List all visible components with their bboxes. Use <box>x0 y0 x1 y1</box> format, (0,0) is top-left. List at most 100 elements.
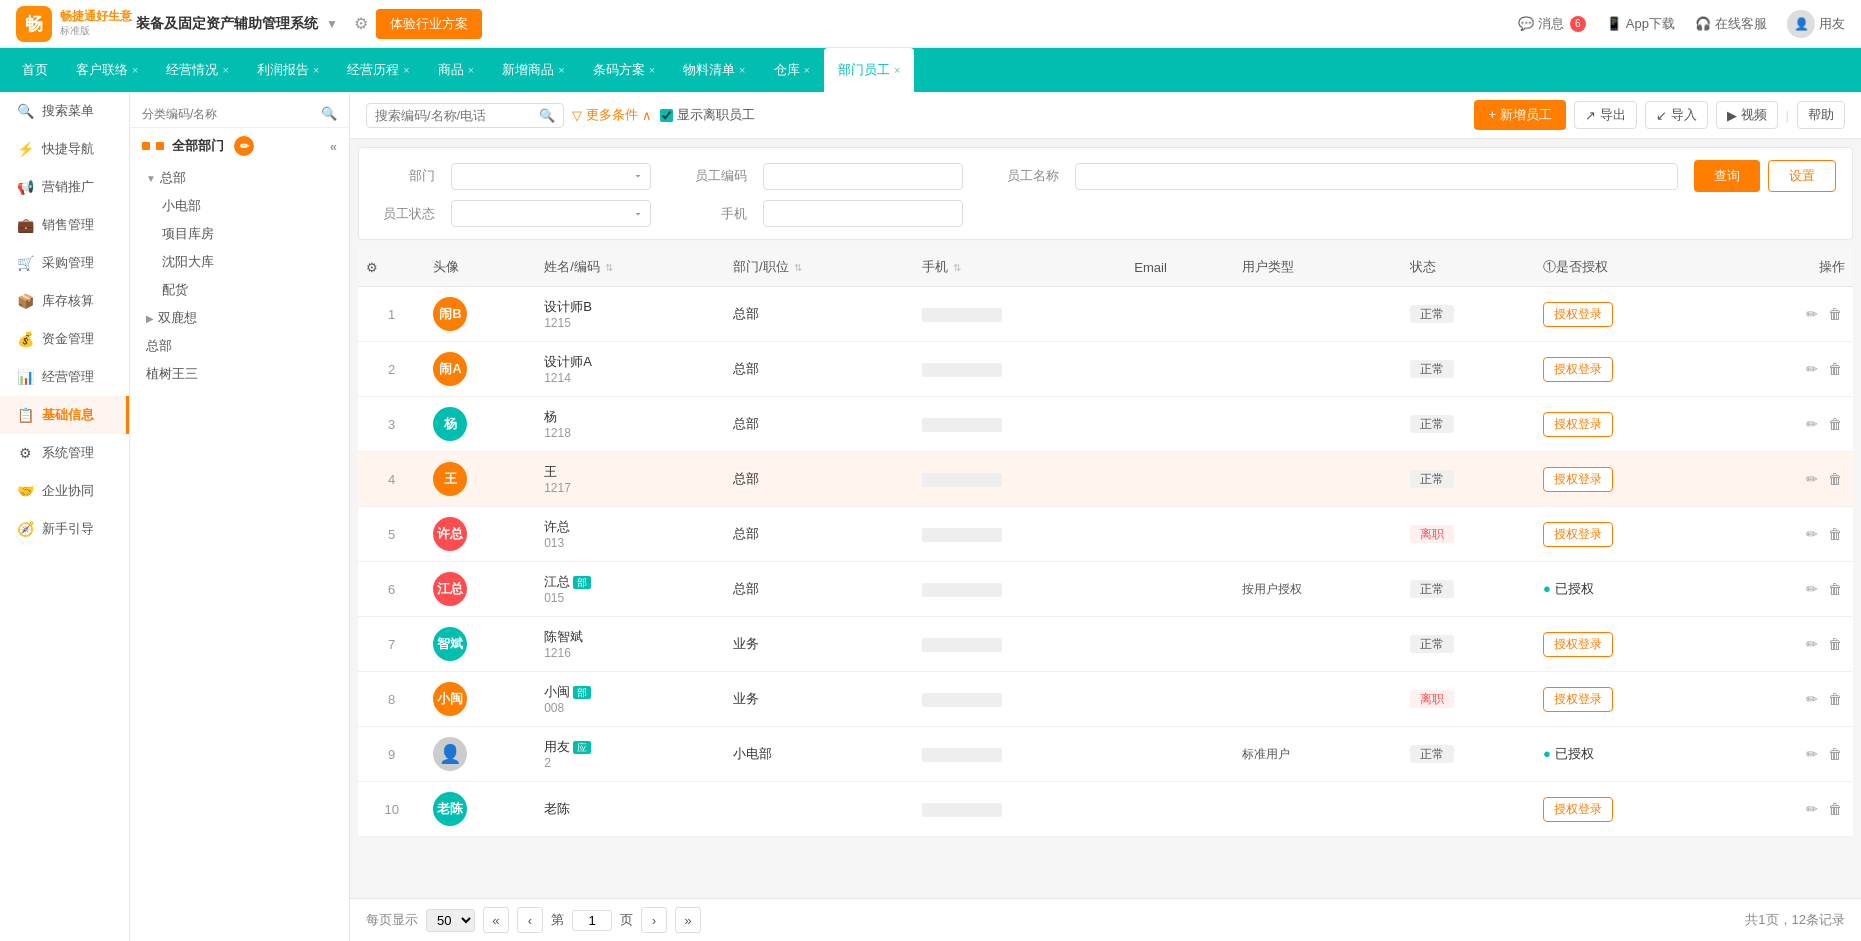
dept-search-input[interactable] <box>142 107 321 121</box>
edit-icon[interactable]: ✏ <box>1806 416 1818 432</box>
more-filter-btn[interactable]: ▽ 更多条件 ∧ <box>572 106 652 124</box>
nav-tab-经营情况[interactable]: 经营情况 × <box>152 48 242 92</box>
auth-login-button[interactable]: 授权登录 <box>1543 522 1613 547</box>
nav-tab-条码方案[interactable]: 条码方案 × <box>579 48 669 92</box>
nav-tab-物料清单[interactable]: 物料清单 × <box>669 48 759 92</box>
online-service-btn[interactable]: 🎧 在线客服 <box>1695 15 1767 33</box>
emp-status-select[interactable] <box>451 200 651 227</box>
nav-tab-客户联络[interactable]: 客户联络 × <box>62 48 152 92</box>
delete-icon[interactable]: 🗑 <box>1828 306 1842 322</box>
sidebar-item-新手引导[interactable]: 🧭新手引导 <box>0 510 129 548</box>
nav-tab-新增商品[interactable]: 新增商品 × <box>488 48 578 92</box>
set-button[interactable]: 设置 <box>1768 160 1836 192</box>
dept-select[interactable] <box>451 163 651 190</box>
tab-close-icon[interactable]: × <box>649 64 655 76</box>
delete-icon[interactable]: 🗑 <box>1828 581 1842 597</box>
gear-icon[interactable]: ⚙ <box>354 14 368 33</box>
delete-icon[interactable]: 🗑 <box>1828 636 1842 652</box>
show-resigned-check[interactable]: 显示离职员工 <box>660 106 755 124</box>
auth-login-button[interactable]: 授权登录 <box>1543 687 1613 712</box>
dept-item-project[interactable]: 项目库房 <box>154 220 341 248</box>
dept-collapse-btn[interactable]: « <box>330 139 337 154</box>
tab-close-icon[interactable]: × <box>468 64 474 76</box>
delete-icon[interactable]: 🗑 <box>1828 526 1842 542</box>
edit-icon[interactable]: ✏ <box>1806 306 1818 322</box>
sidebar-item-搜索菜单[interactable]: 🔍搜索菜单 <box>0 92 129 130</box>
tab-close-icon[interactable]: × <box>313 64 319 76</box>
tab-close-icon[interactable]: × <box>132 64 138 76</box>
auth-login-button[interactable]: 授权登录 <box>1543 302 1613 327</box>
sidebar-item-快捷导航[interactable]: ⚡快捷导航 <box>0 130 129 168</box>
sidebar-item-库存核算[interactable]: 📦库存核算 <box>0 282 129 320</box>
resigned-checkbox[interactable] <box>660 109 673 122</box>
edit-icon[interactable]: ✏ <box>1806 691 1818 707</box>
edit-icon[interactable]: ✏ <box>1806 636 1818 652</box>
last-page-btn[interactable]: » <box>675 907 701 933</box>
add-employee-button[interactable]: + 新增员工 <box>1474 100 1565 130</box>
dept-item-zongbu[interactable]: 总部 <box>138 332 341 360</box>
edit-icon[interactable]: ✏ <box>1806 746 1818 762</box>
dept-edit-icon[interactable]: ✏ <box>234 136 254 156</box>
delete-icon[interactable]: 🗑 <box>1828 416 1842 432</box>
edit-icon[interactable]: ✏ <box>1806 526 1818 542</box>
edit-icon[interactable]: ✏ <box>1806 581 1818 597</box>
delete-icon[interactable]: 🗑 <box>1828 801 1842 817</box>
tab-close-icon[interactable]: × <box>739 64 745 76</box>
app-download-btn[interactable]: 📱 App下载 <box>1606 15 1675 33</box>
nav-tab-部门员工[interactable]: 部门员工 × <box>824 48 914 92</box>
import-button[interactable]: ↙ 导入 <box>1645 101 1708 129</box>
sidebar-item-采购管理[interactable]: 🛒采购管理 <box>0 244 129 282</box>
page-input[interactable] <box>572 910 612 931</box>
nav-tab-首页[interactable]: 首页 <box>8 48 62 92</box>
dept-search-icon[interactable]: 🔍 <box>321 106 337 121</box>
tab-close-icon[interactable]: × <box>894 64 900 76</box>
nav-tab-商品[interactable]: 商品 × <box>424 48 488 92</box>
sidebar-item-基础信息[interactable]: 📋基础信息 <box>0 396 129 434</box>
dept-item-xiaodian[interactable]: 小电部 <box>154 192 341 220</box>
dept-item-peihuo[interactable]: 配货 <box>154 276 341 304</box>
tab-close-icon[interactable]: × <box>558 64 564 76</box>
first-page-btn[interactable]: « <box>483 907 509 933</box>
query-button[interactable]: 查询 <box>1694 160 1760 192</box>
delete-icon[interactable]: 🗑 <box>1828 361 1842 377</box>
delete-icon[interactable]: 🗑 <box>1828 691 1842 707</box>
auth-login-button[interactable]: 授权登录 <box>1543 632 1613 657</box>
view-button[interactable]: ▶ 视频 <box>1716 101 1778 129</box>
delete-icon[interactable]: 🗑 <box>1828 471 1842 487</box>
export-button[interactable]: ↗ 导出 <box>1574 101 1637 129</box>
nav-tab-利润报告[interactable]: 利润报告 × <box>243 48 333 92</box>
emp-name-input[interactable] <box>1075 163 1678 190</box>
sidebar-item-销售管理[interactable]: 💼销售管理 <box>0 206 129 244</box>
delete-icon[interactable]: 🗑 <box>1828 746 1842 762</box>
edit-icon[interactable]: ✏ <box>1806 801 1818 817</box>
search-input[interactable] <box>375 108 535 123</box>
edit-icon[interactable]: ✏ <box>1806 471 1818 487</box>
nav-tab-经营历程[interactable]: 经营历程 × <box>333 48 423 92</box>
message-btn[interactable]: 💬 消息 6 <box>1518 15 1586 33</box>
sidebar-item-经营管理[interactable]: 📊经营管理 <box>0 358 129 396</box>
dept-item-zhishu[interactable]: 植树王三 <box>138 360 341 388</box>
user-menu[interactable]: 👤 用友 <box>1787 10 1845 38</box>
auth-login-button[interactable]: 授权登录 <box>1543 467 1613 492</box>
sidebar-item-企业协同[interactable]: 🤝企业协同 <box>0 472 129 510</box>
help-button[interactable]: 帮助 <box>1797 101 1845 129</box>
tab-close-icon[interactable]: × <box>222 64 228 76</box>
tab-close-icon[interactable]: × <box>804 64 810 76</box>
system-dropdown-icon[interactable]: ▼ <box>326 17 338 31</box>
prev-page-btn[interactable]: ‹ <box>517 907 543 933</box>
trial-button[interactable]: 体验行业方案 <box>376 9 482 39</box>
dept-tree-parent-shuangluxiang[interactable]: ▶ 双鹿想 <box>138 304 341 332</box>
sidebar-item-营销推广[interactable]: 📢营销推广 <box>0 168 129 206</box>
search-icon[interactable]: 🔍 <box>539 108 555 123</box>
sidebar-item-资金管理[interactable]: 💰资金管理 <box>0 320 129 358</box>
edit-icon[interactable]: ✏ <box>1806 361 1818 377</box>
auth-login-button[interactable]: 授权登录 <box>1543 797 1613 822</box>
next-page-btn[interactable]: › <box>641 907 667 933</box>
dept-item-shenyang[interactable]: 沈阳大库 <box>154 248 341 276</box>
phone-input[interactable] <box>763 200 963 227</box>
dept-tree-parent-general[interactable]: ▼ 总部 <box>138 164 341 192</box>
sidebar-item-系统管理[interactable]: ⚙系统管理 <box>0 434 129 472</box>
auth-login-button[interactable]: 授权登录 <box>1543 357 1613 382</box>
page-size-select[interactable]: 50 <box>426 909 475 932</box>
tab-close-icon[interactable]: × <box>403 64 409 76</box>
